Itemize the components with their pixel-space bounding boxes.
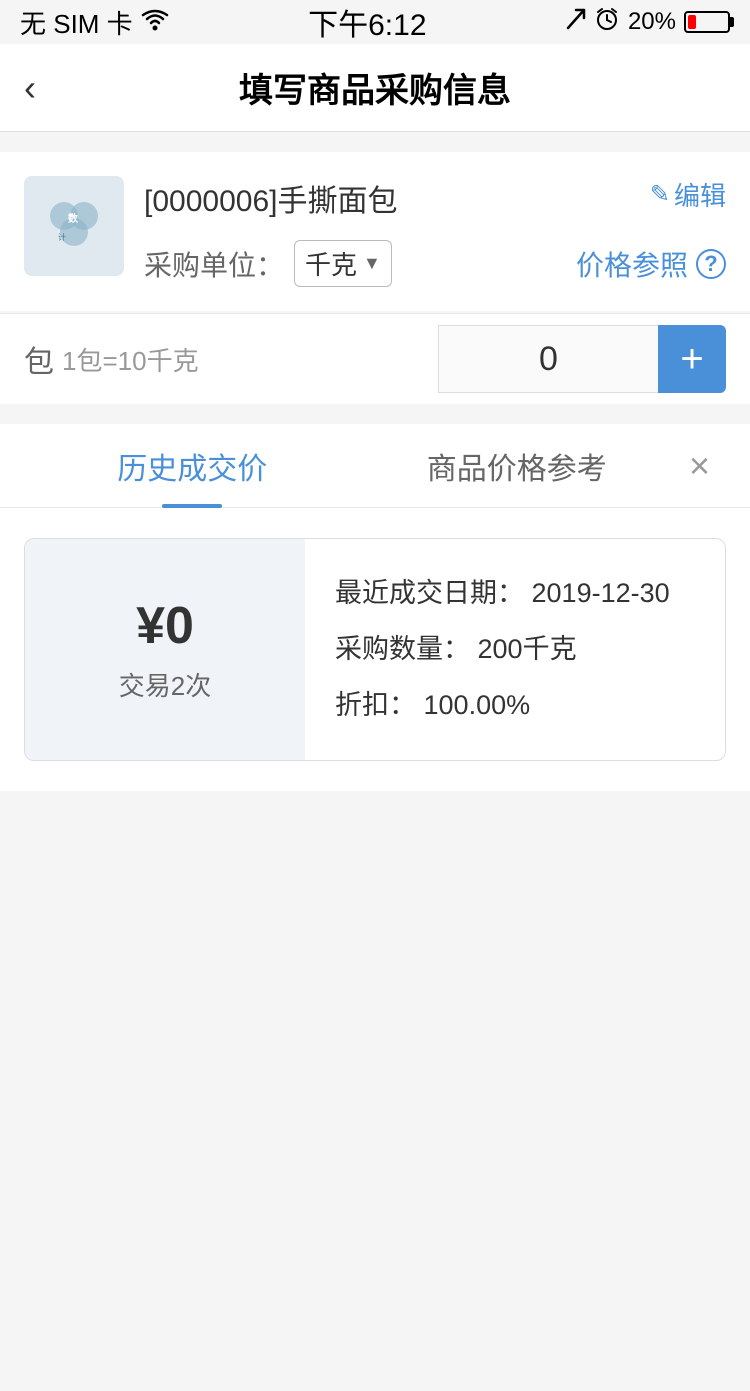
discount-label: 折扣： xyxy=(335,690,416,720)
unit-dropdown[interactable]: 千克 ▼ xyxy=(294,240,392,287)
unit-label-text: 采购单位： xyxy=(144,244,284,284)
product-info: [0000006]手撕面包 ✎ 编辑 采购单位： 千克 ▼ 价格参照 ? xyxy=(144,176,726,287)
product-title: 手撕面包 xyxy=(277,185,397,218)
price-ref-button[interactable]: 价格参照 ? xyxy=(576,244,726,284)
unit-badge: 包 xyxy=(24,337,54,381)
tab-content: ¥0 交易2次 最近成交日期： 2019-12-30 采购数量： 200千克 折… xyxy=(0,508,750,791)
discount-value: 100.00% xyxy=(424,690,531,720)
carrier-text: 无 SIM 卡 xyxy=(20,4,133,41)
location-icon xyxy=(566,8,586,37)
product-header: [0000006]手撕面包 ✎ 编辑 xyxy=(144,176,726,220)
page-title: 填写商品采购信息 xyxy=(239,63,511,112)
transaction-card: ¥0 交易2次 最近成交日期： 2019-12-30 采购数量： 200千克 折… xyxy=(24,538,726,761)
wifi-icon xyxy=(141,7,169,38)
product-image: 数 计 xyxy=(24,176,124,276)
transaction-discount-row: 折扣： 100.00% xyxy=(335,687,695,725)
price-ref-label: 价格参照 xyxy=(576,244,688,284)
quantity-row: 包 1包=10千克 0 + xyxy=(24,314,726,404)
status-left: 无 SIM 卡 xyxy=(20,4,169,41)
product-unit-row: 采购单位： 千克 ▼ 价格参照 ? xyxy=(144,240,726,287)
tabs-section: 历史成交价 商品价格参考 × ¥0 交易2次 最近成交日期： 2019-12-3… xyxy=(0,424,750,791)
quantity-controls: 0 + xyxy=(438,325,726,393)
tab-price-ref[interactable]: 商品价格参考 xyxy=(354,424,678,508)
tabs-header: 历史成交价 商品价格参考 × xyxy=(0,424,750,508)
quantity-label: 包 1包=10千克 xyxy=(24,337,199,381)
edit-icon: ✎ xyxy=(650,180,670,209)
transaction-date-row: 最近成交日期： 2019-12-30 xyxy=(335,575,695,613)
main-content xyxy=(0,791,750,1391)
svg-text:计: 计 xyxy=(58,232,66,242)
tab-close-button[interactable]: × xyxy=(679,445,720,487)
quantity-detail-value: 200千克 xyxy=(478,634,577,664)
svg-text:数: 数 xyxy=(68,212,79,225)
alarm-icon xyxy=(594,6,620,39)
date-value: 2019-12-30 xyxy=(532,578,670,608)
edit-label: 编辑 xyxy=(674,176,726,213)
status-right: 20% xyxy=(566,6,730,39)
tab-history-price[interactable]: 历史成交价 xyxy=(30,424,354,508)
quantity-plus-button[interactable]: + xyxy=(658,325,726,393)
quantity-input[interactable]: 0 xyxy=(438,325,658,393)
quantity-section: 包 1包=10千克 0 + xyxy=(0,313,750,404)
unit-value: 千克 xyxy=(305,245,357,282)
transaction-price: ¥0 xyxy=(136,596,194,656)
product-logo-icon: 数 计 xyxy=(44,196,104,256)
tab-price-ref-label: 商品价格参考 xyxy=(427,444,607,488)
battery-fill xyxy=(688,15,696,29)
battery-icon xyxy=(684,11,730,33)
product-id: [0000006] xyxy=(144,185,277,218)
date-label: 最近成交日期： xyxy=(335,578,524,608)
unit-conversion: 1包=10千克 xyxy=(62,341,199,378)
edit-button[interactable]: ✎ 编辑 xyxy=(650,176,726,213)
status-bar: 无 SIM 卡 下午6:12 20 xyxy=(0,0,750,44)
unit-label: 采购单位： 千克 ▼ xyxy=(144,240,392,287)
tab-history-label: 历史成交价 xyxy=(117,444,267,488)
battery-percent: 20% xyxy=(628,8,676,36)
transaction-quantity-row: 采购数量： 200千克 xyxy=(335,631,695,669)
transaction-count: 交易2次 xyxy=(119,666,211,703)
back-button[interactable]: ‹ xyxy=(24,67,36,109)
dropdown-arrow-icon: ▼ xyxy=(363,253,381,274)
price-ref-help-icon: ? xyxy=(696,249,726,279)
quantity-detail-label: 采购数量： xyxy=(335,634,470,664)
transaction-left: ¥0 交易2次 xyxy=(25,539,305,760)
nav-bar: ‹ 填写商品采购信息 xyxy=(0,44,750,132)
status-time: 下午6:12 xyxy=(308,0,426,44)
product-name: [0000006]手撕面包 xyxy=(144,176,397,220)
transaction-right: 最近成交日期： 2019-12-30 采购数量： 200千克 折扣： 100.0… xyxy=(305,539,725,760)
product-card: 数 计 [0000006]手撕面包 ✎ 编辑 采购单位： 千克 ▼ 价格参照 xyxy=(0,152,750,311)
